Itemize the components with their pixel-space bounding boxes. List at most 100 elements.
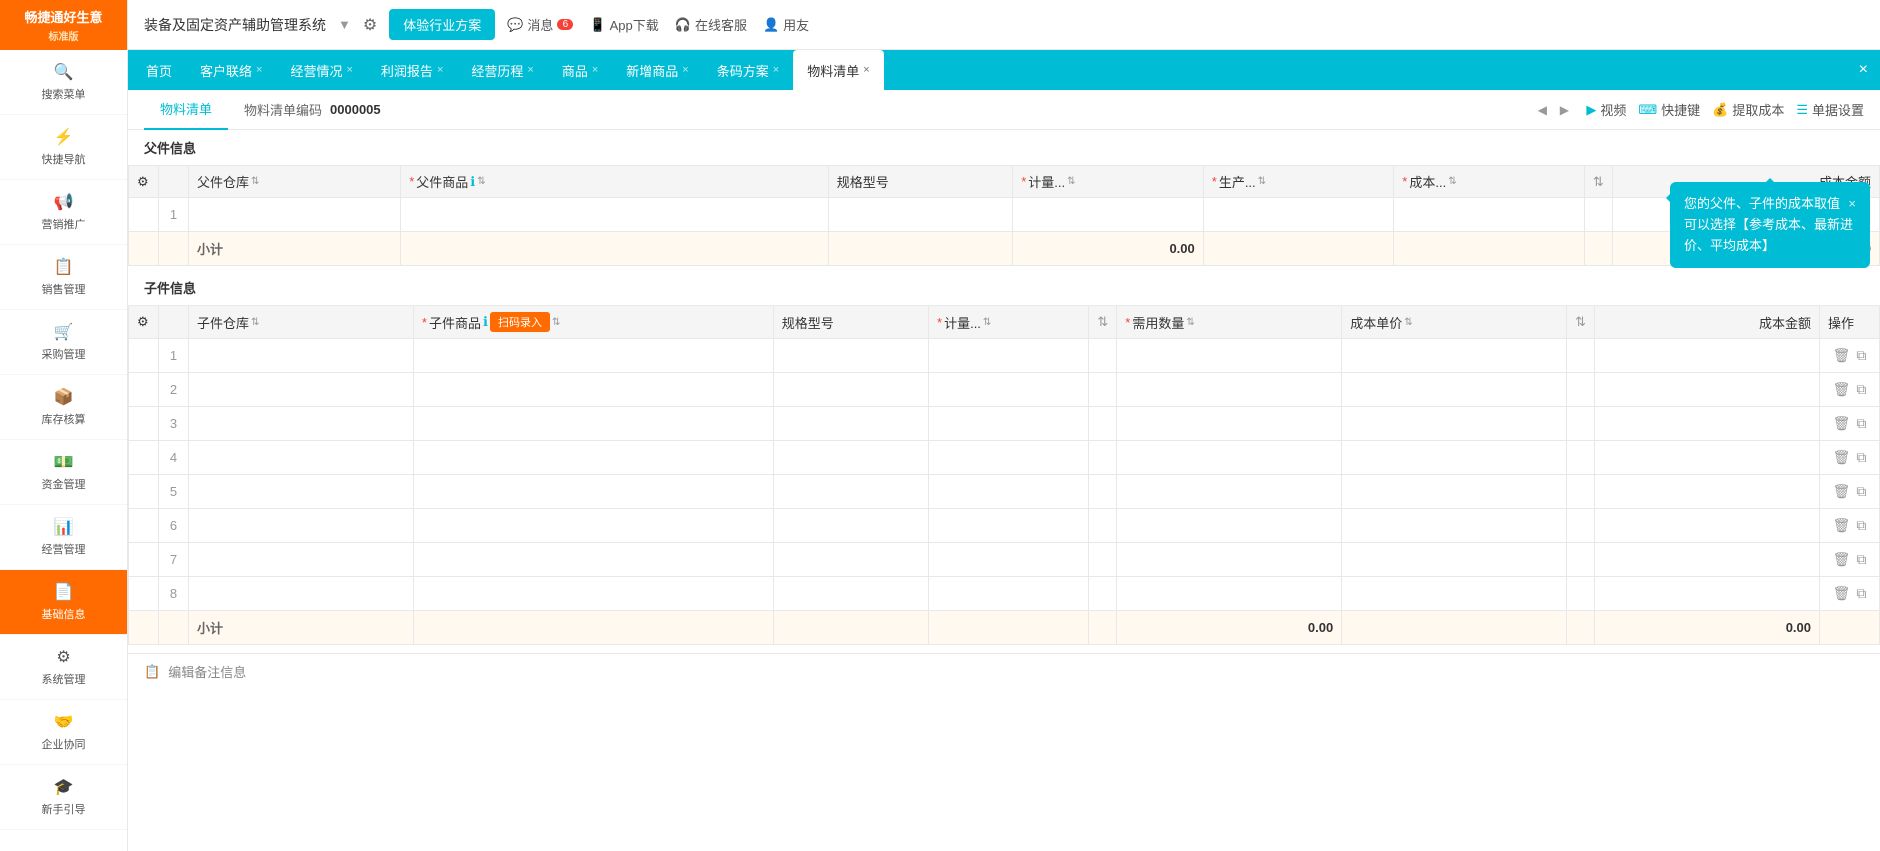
child-th-gear[interactable]: ⚙	[129, 306, 159, 339]
action-settings[interactable]: ☰ 单据设置	[1796, 100, 1864, 119]
parent-row-production[interactable]	[1203, 198, 1394, 232]
child-row-spec[interactable]	[773, 373, 928, 407]
child-row-product[interactable]	[413, 577, 773, 611]
copy-icon[interactable]: ⧉	[1856, 347, 1866, 364]
child-row-product[interactable]	[413, 441, 773, 475]
copy-icon[interactable]: ⧉	[1856, 381, 1866, 398]
child-row-unit-cost[interactable]	[1342, 441, 1567, 475]
gear-icon[interactable]: ⚙	[363, 15, 377, 35]
child-row-unit-cost[interactable]	[1342, 373, 1567, 407]
delete-icon[interactable]: 🗑	[1833, 483, 1851, 500]
child-row-quantity[interactable]	[1117, 339, 1342, 373]
parent-row-product[interactable]	[401, 198, 829, 232]
tab-customer[interactable]: 客户联络 ×	[186, 50, 276, 90]
delete-icon[interactable]: 🗑	[1833, 585, 1851, 602]
child-row-unit[interactable]	[929, 441, 1089, 475]
tooltip-close-btn[interactable]: ×	[1848, 194, 1856, 215]
child-row-warehouse[interactable]	[189, 373, 414, 407]
sidebar-item-purchase[interactable]: 🛒 采购管理	[0, 310, 127, 375]
tab-product[interactable]: 商品 ×	[548, 50, 612, 90]
tab-history-close[interactable]: ×	[527, 64, 533, 76]
online-service-item[interactable]: 🎧 在线客服	[675, 15, 747, 34]
child-row-product[interactable]	[413, 475, 773, 509]
user-item[interactable]: 👤 用友	[763, 15, 809, 34]
child-row-unit-cost[interactable]	[1342, 543, 1567, 577]
tab-operation-close[interactable]: ×	[346, 64, 352, 76]
delete-icon[interactable]: 🗑	[1833, 449, 1851, 466]
tab-product-close[interactable]: ×	[592, 64, 598, 76]
dropdown-arrow-icon[interactable]: ▼	[338, 17, 351, 32]
sidebar-item-operation[interactable]: 📊 经营管理	[0, 505, 127, 570]
child-row-quantity[interactable]	[1117, 577, 1342, 611]
sidebar-item-basic[interactable]: 📄 基础信息	[0, 570, 127, 635]
child-row-unit[interactable]	[929, 543, 1089, 577]
messages-item[interactable]: 💬 消息 6	[507, 15, 573, 34]
sidebar-item-system[interactable]: ⚙ 系统管理	[0, 635, 127, 700]
copy-icon[interactable]: ⧉	[1856, 585, 1866, 602]
parent-row-warehouse[interactable]	[189, 198, 401, 232]
delete-icon[interactable]: 🗑	[1833, 415, 1851, 432]
app-download-item[interactable]: 📱 App下载	[589, 15, 658, 34]
sidebar-item-search[interactable]: 🔍 搜索菜单	[0, 50, 127, 115]
child-row-spec[interactable]	[773, 577, 928, 611]
child-row-quantity[interactable]	[1117, 441, 1342, 475]
child-row-product[interactable]	[413, 407, 773, 441]
child-row-unit[interactable]	[929, 407, 1089, 441]
child-row-spec[interactable]	[773, 475, 928, 509]
scan-button[interactable]: 扫码录入	[490, 312, 550, 332]
child-row-quantity[interactable]	[1117, 373, 1342, 407]
child-row-unit[interactable]	[929, 577, 1089, 611]
tab-bom[interactable]: 物料清单 ×	[793, 50, 883, 90]
child-row-unit-cost[interactable]	[1342, 509, 1567, 543]
child-row-warehouse[interactable]	[189, 543, 414, 577]
delete-icon[interactable]: 🗑	[1833, 347, 1851, 364]
child-row-spec[interactable]	[773, 339, 928, 373]
tab-profit-close[interactable]: ×	[437, 64, 443, 76]
next-page-icon[interactable]: ▶	[1554, 100, 1574, 120]
child-row-unit[interactable]	[929, 475, 1089, 509]
child-row-quantity[interactable]	[1117, 543, 1342, 577]
child-row-quantity[interactable]	[1117, 407, 1342, 441]
tab-new-product[interactable]: 新增商品 ×	[612, 50, 702, 90]
parent-row-spec[interactable]	[828, 198, 1012, 232]
sidebar-item-cooperation[interactable]: 🤝 企业协同	[0, 700, 127, 765]
sidebar-item-inventory[interactable]: 📦 库存核算	[0, 375, 127, 440]
copy-icon[interactable]: ⧉	[1856, 517, 1866, 534]
child-row-product[interactable]	[413, 543, 773, 577]
child-row-warehouse[interactable]	[189, 441, 414, 475]
tab-home[interactable]: 首页	[132, 50, 186, 90]
tab-bom-close[interactable]: ×	[863, 64, 869, 76]
child-row-product[interactable]	[413, 373, 773, 407]
note-label[interactable]: 编辑备注信息	[168, 662, 246, 681]
close-all-tabs[interactable]: ×	[1851, 61, 1876, 79]
parent-row-cost[interactable]	[1394, 198, 1585, 232]
copy-icon[interactable]: ⧉	[1856, 551, 1866, 568]
parent-row-unit[interactable]	[1013, 198, 1204, 232]
experience-btn[interactable]: 体验行业方案	[389, 9, 495, 40]
child-row-quantity[interactable]	[1117, 475, 1342, 509]
sidebar-item-sales[interactable]: 📋 销售管理	[0, 245, 127, 310]
copy-icon[interactable]: ⧉	[1856, 415, 1866, 432]
child-row-unit-cost[interactable]	[1342, 577, 1567, 611]
sidebar-item-guide[interactable]: 🎓 新手引导	[0, 765, 127, 830]
tab-profit[interactable]: 利润报告 ×	[367, 50, 457, 90]
tab-barcode-close[interactable]: ×	[773, 64, 779, 76]
child-row-spec[interactable]	[773, 543, 928, 577]
delete-icon[interactable]: 🗑	[1833, 517, 1851, 534]
action-cost[interactable]: 💰 提取成本	[1712, 100, 1784, 119]
child-row-spec[interactable]	[773, 441, 928, 475]
child-row-unit-cost[interactable]	[1342, 339, 1567, 373]
tab-operation[interactable]: 经营情况 ×	[276, 50, 366, 90]
delete-icon[interactable]: 🗑	[1833, 381, 1851, 398]
child-row-product[interactable]	[413, 339, 773, 373]
copy-icon[interactable]: ⧉	[1856, 449, 1866, 466]
child-row-warehouse[interactable]	[189, 339, 414, 373]
tab-new-product-close[interactable]: ×	[682, 64, 688, 76]
prev-page-icon[interactable]: ◀	[1532, 100, 1552, 120]
parent-th-gear[interactable]: ⚙	[129, 166, 159, 198]
sidebar-item-finance[interactable]: 💵 资金管理	[0, 440, 127, 505]
action-view[interactable]: ▶ 视频	[1586, 100, 1626, 119]
child-row-unit-cost[interactable]	[1342, 475, 1567, 509]
child-row-product[interactable]	[413, 509, 773, 543]
child-row-unit[interactable]	[929, 373, 1089, 407]
